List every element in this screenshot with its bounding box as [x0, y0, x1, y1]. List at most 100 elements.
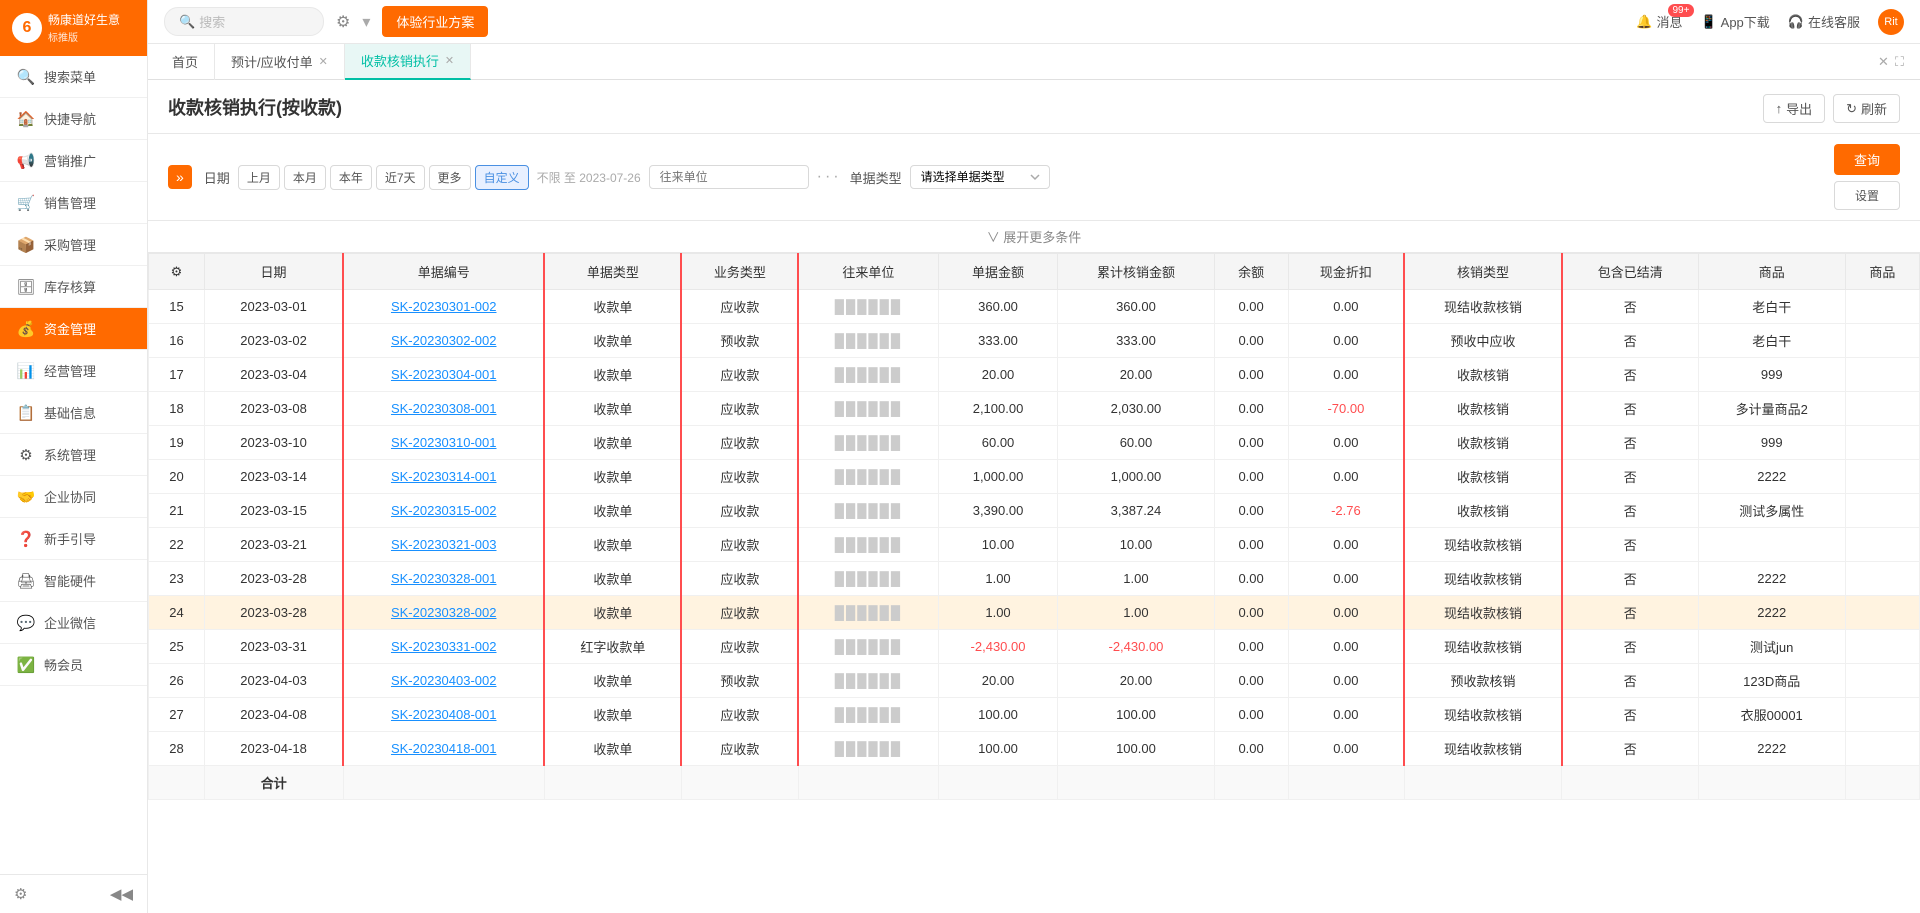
- col-unit-header[interactable]: 往来单位: [798, 254, 938, 290]
- topbar-search-box[interactable]: 🔍 搜索: [164, 7, 324, 36]
- sidebar-item-wechat[interactable]: 💬 企业微信: [0, 602, 147, 644]
- online-service-button[interactable]: 🎧 在线客服: [1788, 12, 1860, 31]
- table-row[interactable]: 212023-03-15SK-20230315-002收款单应收款██████3…: [149, 494, 1920, 528]
- payable-tab-close-icon[interactable]: ✕: [319, 55, 328, 68]
- tab-home[interactable]: 首页: [156, 44, 215, 80]
- filter-more-dates[interactable]: 更多: [429, 165, 471, 190]
- filter-last-month[interactable]: 上月: [238, 165, 280, 190]
- row-bill-type: 红字收款单: [544, 630, 681, 664]
- table-row[interactable]: 242023-03-28SK-20230328-002收款单应收款██████1…: [149, 596, 1920, 630]
- table-row[interactable]: 252023-03-31SK-20230331-002红字收款单应收款█████…: [149, 630, 1920, 664]
- col-balance-header[interactable]: 余额: [1214, 254, 1288, 290]
- filter-custom-date[interactable]: 自定义: [475, 165, 529, 190]
- sidebar-item-guide[interactable]: ❓ 新手引导: [0, 518, 147, 560]
- col-biz-type-header[interactable]: 业务类型: [681, 254, 798, 290]
- row-sn[interactable]: SK-20230328-002: [343, 596, 544, 630]
- row-sn[interactable]: SK-20230314-001: [343, 460, 544, 494]
- table-row[interactable]: 172023-03-04SK-20230304-001收款单应收款██████2…: [149, 358, 1920, 392]
- col-include-settled-header[interactable]: 包含已结清: [1562, 254, 1698, 290]
- row-sn[interactable]: SK-20230321-003: [343, 528, 544, 562]
- sidebar-item-finance[interactable]: 💰 资金管理: [0, 308, 147, 350]
- col-bill-type-header[interactable]: 单据类型: [544, 254, 681, 290]
- sidebar-item-system[interactable]: ⚙ 系统管理: [0, 434, 147, 476]
- sidebar-item-vip[interactable]: ✅ 畅会员: [0, 644, 147, 686]
- sidebar-item-hardware[interactable]: 🖨 智能硬件: [0, 560, 147, 602]
- sidebar-item-marketing[interactable]: 📢 营销推广: [0, 140, 147, 182]
- col-date-header[interactable]: 日期: [204, 254, 343, 290]
- row-number: 17: [149, 358, 205, 392]
- app-download-button[interactable]: 📱 App下载: [1700, 12, 1769, 31]
- row-sn[interactable]: SK-20230418-001: [343, 732, 544, 766]
- table-row[interactable]: 152023-03-01SK-20230301-002收款单应收款██████3…: [149, 290, 1920, 324]
- filter-unit-input[interactable]: [649, 165, 809, 189]
- table-row[interactable]: 182023-03-08SK-20230308-001收款单应收款██████2…: [149, 392, 1920, 426]
- settings-gear-icon[interactable]: ⚙: [336, 12, 350, 32]
- table-row[interactable]: 202023-03-14SK-20230314-001收款单应收款██████1…: [149, 460, 1920, 494]
- user-avatar[interactable]: Rit: [1878, 9, 1904, 35]
- table-row[interactable]: 162023-03-02SK-20230302-002收款单预收款██████3…: [149, 324, 1920, 358]
- bill-type-select[interactable]: 请选择单据类型 收款单 红字收款单: [910, 165, 1050, 189]
- query-button[interactable]: 查询: [1834, 144, 1900, 175]
- col-cx-type-header[interactable]: 核销类型: [1404, 254, 1562, 290]
- notification-button[interactable]: 🔔 消息 99+: [1636, 12, 1682, 31]
- table-row[interactable]: 272023-04-08SK-20230408-001收款单应收款██████1…: [149, 698, 1920, 732]
- row-number: 28: [149, 732, 205, 766]
- collapse-icon[interactable]: ◀◀: [110, 885, 133, 903]
- row-sn[interactable]: SK-20230331-002: [343, 630, 544, 664]
- sidebar-item-sales[interactable]: 🛒 销售管理: [0, 182, 147, 224]
- table-row[interactable]: 282023-04-18SK-20230418-001收款单应收款██████1…: [149, 732, 1920, 766]
- sidebar-item-basic-info[interactable]: 📋 基础信息: [0, 392, 147, 434]
- sidebar-item-search[interactable]: 🔍 搜索菜单: [0, 56, 147, 98]
- filter-settings-button[interactable]: 设置: [1834, 181, 1900, 210]
- row-sn[interactable]: SK-20230301-002: [343, 290, 544, 324]
- expand-more-conditions[interactable]: ∨ 展开更多条件: [148, 221, 1920, 253]
- filter-this-month[interactable]: 本月: [284, 165, 326, 190]
- col-cash-discount-header[interactable]: 现金折扣: [1288, 254, 1404, 290]
- row-goods: 多计量商品2: [1698, 392, 1845, 426]
- maximize-icon[interactable]: ⛶: [1895, 54, 1904, 70]
- col-amount-header[interactable]: 单据金额: [938, 254, 1058, 290]
- row-sn[interactable]: SK-20230408-001: [343, 698, 544, 732]
- col-gear-header[interactable]: ⚙: [149, 254, 205, 290]
- row-goods2: [1845, 460, 1919, 494]
- industry-solution-button[interactable]: 体验行业方案: [382, 6, 488, 37]
- filter-last-7days[interactable]: 近7天: [376, 165, 425, 190]
- sidebar-item-label: 营销推广: [44, 151, 96, 170]
- notification-badge: 99+: [1668, 4, 1695, 17]
- row-balance: 0.00: [1214, 460, 1288, 494]
- sidebar-item-quick-nav[interactable]: 🏠 快捷导航: [0, 98, 147, 140]
- page-header: 收款核销执行(按收款) ↑ 导出 ↻ 刷新: [148, 80, 1920, 134]
- row-sn[interactable]: SK-20230403-002: [343, 664, 544, 698]
- dropdown-arrow-icon[interactable]: ▾: [362, 12, 370, 32]
- sidebar-item-operations[interactable]: 📊 经营管理: [0, 350, 147, 392]
- col-sn-header[interactable]: 单据编号: [343, 254, 544, 290]
- tab-receipts[interactable]: 收款核销执行 ✕: [345, 44, 471, 80]
- settings-icon[interactable]: ⚙: [14, 885, 27, 903]
- col-goods2-header[interactable]: 商品: [1845, 254, 1919, 290]
- close-window-icon[interactable]: ✕: [1878, 54, 1889, 70]
- expand-more-label: ∨ 展开更多条件: [987, 230, 1082, 245]
- sidebar-item-enterprise[interactable]: 🤝 企业协同: [0, 476, 147, 518]
- export-button[interactable]: ↑ 导出: [1763, 94, 1826, 123]
- row-cumulative: 100.00: [1058, 698, 1214, 732]
- row-sn[interactable]: SK-20230302-002: [343, 324, 544, 358]
- sidebar-item-inventory[interactable]: 🗄 库存核算: [0, 266, 147, 308]
- tab-payable[interactable]: 预计/应收付单 ✕: [215, 44, 345, 80]
- filter-expand-button[interactable]: »: [168, 165, 192, 189]
- row-sn[interactable]: SK-20230308-001: [343, 392, 544, 426]
- col-cumulative-header[interactable]: 累计核销金额: [1058, 254, 1214, 290]
- col-goods-header[interactable]: 商品: [1698, 254, 1845, 290]
- row-sn[interactable]: SK-20230310-001: [343, 426, 544, 460]
- row-sn[interactable]: SK-20230328-001: [343, 562, 544, 596]
- table-row[interactable]: 222023-03-21SK-20230321-003收款单应收款██████1…: [149, 528, 1920, 562]
- table-row[interactable]: 192023-03-10SK-20230310-001收款单应收款██████6…: [149, 426, 1920, 460]
- refresh-button[interactable]: ↻ 刷新: [1833, 94, 1900, 123]
- filter-this-year[interactable]: 本年: [330, 165, 372, 190]
- table-row[interactable]: 232023-03-28SK-20230328-001收款单应收款██████1…: [149, 562, 1920, 596]
- table-row[interactable]: 262023-04-03SK-20230403-002收款单预收款██████2…: [149, 664, 1920, 698]
- row-sn[interactable]: SK-20230315-002: [343, 494, 544, 528]
- filter-more-dots[interactable]: ···: [817, 168, 842, 186]
- receipts-tab-close-icon[interactable]: ✕: [445, 54, 454, 67]
- sidebar-item-purchase[interactable]: 📦 采购管理: [0, 224, 147, 266]
- row-sn[interactable]: SK-20230304-001: [343, 358, 544, 392]
